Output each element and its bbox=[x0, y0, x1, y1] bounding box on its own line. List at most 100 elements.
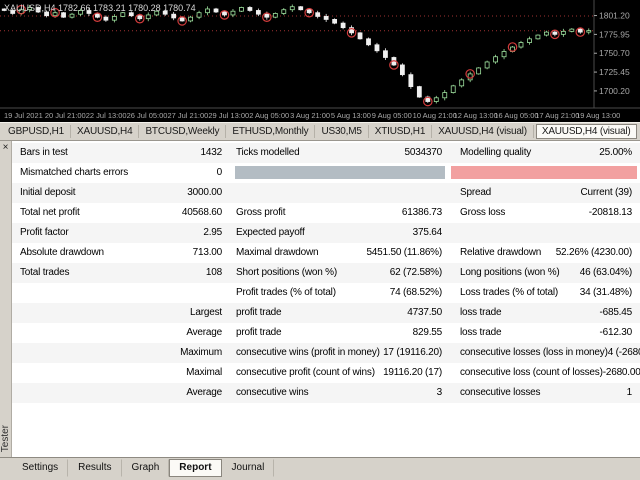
candle-body bbox=[315, 12, 321, 17]
report-value: 0 bbox=[216, 167, 223, 178]
report-value: Largest bbox=[190, 307, 222, 318]
chart-tab-xauusd-h4-visual-[interactable]: XAUUSD,H4 (visual) bbox=[535, 124, 637, 139]
report-value: 52.26% (4230.00) bbox=[555, 247, 633, 258]
candle-body bbox=[264, 13, 270, 18]
report-value: 4737.50 bbox=[407, 307, 442, 318]
candle-body bbox=[560, 30, 566, 35]
tester-tab-graph[interactable]: Graph bbox=[122, 459, 170, 477]
chart-tab-xtiusd-h1[interactable]: XTIUSD,H1 bbox=[369, 125, 433, 138]
candle-body bbox=[188, 16, 194, 22]
report-label bbox=[12, 343, 180, 363]
report-value: Average bbox=[186, 327, 222, 338]
report-label: profit trade bbox=[236, 327, 282, 338]
report-label: Total net profit bbox=[20, 207, 80, 218]
chart-tab-us30-m5[interactable]: US30,M5 bbox=[315, 125, 369, 138]
candle-body bbox=[247, 7, 253, 11]
candle-body bbox=[416, 86, 422, 98]
time-scale-label: 27 Jul 21:00 bbox=[167, 111, 208, 120]
ticks-modelled-bar bbox=[235, 166, 445, 179]
report-label: consecutive wins bbox=[236, 387, 309, 398]
report-label: consecutive loss (count of losses) bbox=[460, 367, 603, 378]
time-scale-label: 5 Aug 13:00 bbox=[331, 111, 371, 120]
candle-body bbox=[120, 12, 126, 17]
report-label bbox=[12, 383, 186, 403]
candle-body bbox=[289, 6, 295, 11]
candle-body bbox=[255, 10, 261, 15]
report-label: Modelling quality bbox=[460, 147, 532, 158]
candle-body bbox=[577, 28, 583, 33]
tester-tab-results[interactable]: Results bbox=[68, 459, 122, 477]
report-row: Initial deposit 3000.00 Spread Current (39) bbox=[12, 183, 640, 203]
candle-body bbox=[69, 13, 75, 18]
report-value: 46 (63.04%) bbox=[579, 267, 632, 278]
price-chart[interactable]: 1801.20 1775.95 1750.70 1725.45 1700.20 19 Ju… bbox=[0, 0, 640, 122]
tester-tab-settings[interactable]: Settings bbox=[12, 459, 69, 477]
report-value: 4 (-2680.00) bbox=[607, 347, 640, 358]
candle-body bbox=[569, 28, 575, 32]
report-label: Gross loss bbox=[460, 207, 506, 218]
candle-body bbox=[332, 19, 338, 24]
candle-body bbox=[544, 31, 549, 36]
report-label: Spread bbox=[460, 187, 492, 198]
report-row: Bars in test 1432 Ticks modelled 5034370 Mod… bbox=[12, 143, 640, 163]
report-row: Profit factor 2.95 Expected payoff 375.64 bbox=[12, 223, 640, 243]
report-value: 74 (68.52%) bbox=[389, 287, 442, 298]
candle-body bbox=[281, 9, 287, 14]
candle-body bbox=[103, 16, 109, 21]
report-value: 25.00% bbox=[599, 147, 632, 158]
tester-tab-report[interactable]: Report bbox=[169, 459, 222, 477]
report-label: loss trade bbox=[460, 327, 502, 338]
report-value: -612.30 bbox=[599, 327, 632, 338]
report-label: Absolute drawdown bbox=[20, 247, 104, 258]
report-value: 17 (19116.20) bbox=[383, 347, 442, 358]
chart-tab-xauusd-h4[interactable]: XAUUSD,H4 bbox=[71, 125, 140, 138]
report-row: Total trades 108 Short positions (won %) 62… bbox=[12, 263, 640, 283]
candle-body bbox=[52, 12, 58, 17]
candle-body bbox=[222, 11, 227, 16]
candle-body bbox=[298, 6, 304, 11]
tester-tab-journal[interactable]: Journal bbox=[222, 459, 275, 477]
candle-body bbox=[408, 74, 414, 87]
price-chart-canvas[interactable]: 1801.20 1775.95 1750.70 1725.45 1700.20 19 Ju… bbox=[0, 0, 640, 122]
candle-body bbox=[137, 15, 143, 20]
chart-tab-btcusd-weekly[interactable]: BTCUSD,Weekly bbox=[139, 125, 227, 138]
candle-body bbox=[239, 7, 244, 12]
close-icon[interactable]: × bbox=[3, 143, 9, 153]
report-label: Total trades bbox=[20, 267, 70, 278]
report-label: Maximal drawdown bbox=[236, 247, 319, 258]
candle-body bbox=[442, 92, 448, 99]
report-row: Absolute drawdown 713.00 Maximal drawdown 5… bbox=[12, 243, 640, 263]
candle-body bbox=[433, 97, 439, 102]
report-value: 34 (31.48%) bbox=[579, 287, 632, 298]
price-scale-label: 1700.20 bbox=[599, 86, 630, 96]
report-value: 1 bbox=[626, 387, 633, 398]
candle-body bbox=[128, 12, 134, 17]
candle-body bbox=[552, 31, 558, 35]
report-label: Long positions (won %) bbox=[460, 267, 560, 278]
report-label bbox=[232, 183, 442, 203]
report-value bbox=[222, 283, 232, 303]
time-scale-label: 19 Aug 13:00 bbox=[576, 111, 620, 120]
report-value: 108 bbox=[205, 267, 222, 278]
report-label bbox=[12, 323, 186, 343]
candle-body bbox=[484, 61, 490, 69]
report-row: Profit trades (% of total) 74 (68.52%) Los… bbox=[12, 283, 640, 303]
report-value: Average bbox=[186, 387, 222, 398]
time-scale-label: 16 Aug 05:00 bbox=[494, 111, 538, 120]
report-value: 2.95 bbox=[203, 227, 222, 238]
report-value: 5034370 bbox=[404, 147, 442, 158]
chart-tab-xauusd-h4-visual-[interactable]: XAUUSD,H4 (visual) bbox=[432, 125, 534, 138]
candle-body bbox=[196, 12, 202, 18]
time-scale-label: 2 Aug 05:00 bbox=[249, 111, 289, 120]
report-label: Expected payoff bbox=[236, 227, 305, 238]
report-label: Loss trades (% of total) bbox=[460, 287, 559, 298]
report-value: 3 bbox=[436, 387, 443, 398]
tester-tabs: Settings Results Graph Report Journal bbox=[12, 459, 275, 477]
time-scale-label: 10 Aug 21:00 bbox=[413, 111, 457, 120]
report-value: Current (39) bbox=[580, 187, 632, 198]
chart-tab-ethusd-monthly[interactable]: ETHUSD,Monthly bbox=[226, 125, 316, 138]
report-label: consecutive losses bbox=[460, 387, 541, 398]
time-scale-label: 29 Jul 13:00 bbox=[208, 111, 249, 120]
candle-body bbox=[476, 67, 482, 75]
chart-tab-gbpusd-h1[interactable]: GBPUSD,H1 bbox=[2, 125, 71, 138]
